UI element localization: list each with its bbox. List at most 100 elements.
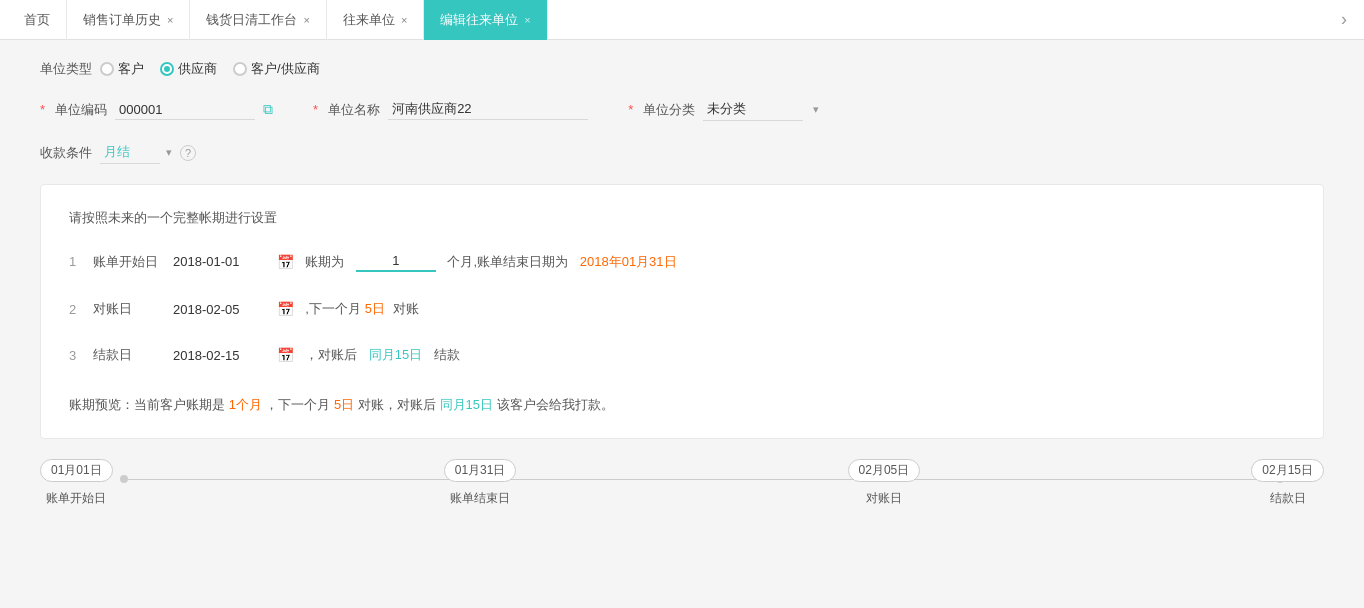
desc-prefix-2: ,下一个月: [305, 300, 361, 318]
chevron-right-icon: ›: [1341, 9, 1347, 30]
unit-name-label: 单位名称: [328, 101, 380, 119]
setting-date-2: 2018-02-05: [173, 302, 273, 317]
tab-cash-work[interactable]: 钱货日清工作台 ×: [190, 0, 326, 40]
setting-date-3: 2018-02-15: [173, 348, 273, 363]
help-icon[interactable]: ?: [180, 145, 196, 161]
radio-customer-label: 客户: [118, 60, 144, 78]
radio-customer-circle: [100, 62, 114, 76]
radio-customer[interactable]: 客户: [100, 60, 144, 78]
timeline-label-3: 结款日: [1270, 490, 1306, 507]
unit-code-input[interactable]: [115, 100, 255, 120]
tab-partner[interactable]: 往来单位 ×: [327, 0, 424, 40]
desc-suffix-1: 个月,账单结束日期为: [447, 253, 568, 271]
radio-both[interactable]: 客户/供应商: [233, 60, 320, 78]
radio-both-circle: [233, 62, 247, 76]
period-input[interactable]: [356, 251, 436, 272]
payment-field: 收款条件 月结 ▾ ?: [40, 141, 196, 164]
card-title: 请按照未来的一个完整帐期进行设置: [69, 209, 1295, 227]
radio-supplier[interactable]: 供应商: [160, 60, 217, 78]
tab-sales-history-close[interactable]: ×: [167, 14, 173, 26]
page-content: 单位类型 客户 供应商 客户/供应商 * 单位编码: [0, 40, 1364, 547]
unit-type-field: 单位类型 客户 供应商 客户/供应商: [40, 60, 320, 78]
setting-row-2: 2 对账日 2018-02-05 📅 ,下一个月 5日 对账: [69, 300, 1295, 318]
desc-highlight-1: 2018年01月31日: [580, 253, 677, 271]
category-select-arrow: ▾: [813, 103, 819, 116]
timeline-nodes: 01月01日 账单开始日 01月31日 账单结束日 02月05日 对账日 02月…: [40, 459, 1324, 507]
unit-name-input[interactable]: [388, 100, 588, 120]
setting-desc-2: ,下一个月 5日 对账: [294, 300, 1295, 318]
name-required-star: *: [313, 102, 318, 117]
desc-suffix-3: 结款: [434, 346, 460, 364]
unit-category-label: 单位分类: [643, 101, 695, 119]
setting-num-3: 3: [69, 348, 93, 363]
calendar-icon-3[interactable]: 📅: [277, 347, 294, 363]
preview-months: 1个月: [229, 397, 262, 412]
setting-label-3: 结款日: [93, 346, 173, 364]
preview-text: 账期预览：当前客户账期是 1个月 ，下一个月 5日 对账，对账后 同月15日 该…: [69, 380, 1295, 414]
tab-partner-close[interactable]: ×: [401, 14, 407, 26]
timeline-badge-1: 01月31日: [444, 459, 517, 482]
setting-date-1: 2018-01-01: [173, 254, 273, 269]
desc-prefix-1: 账期为: [305, 253, 344, 271]
payment-dropdown-arrow[interactable]: ▾: [166, 146, 172, 159]
payment-label: 收款条件: [40, 144, 92, 162]
timeline-section: 01月01日 账单开始日 01月31日 账单结束日 02月05日 对账日 02月…: [40, 439, 1324, 527]
tab-edit-partner[interactable]: 编辑往来单位 ×: [424, 0, 547, 40]
timeline-label-1: 账单结束日: [450, 490, 510, 507]
unit-name-field: * 单位名称: [313, 100, 588, 120]
setting-label-2: 对账日: [93, 300, 173, 318]
radio-supplier-circle: [160, 62, 174, 76]
code-name-category-row: * 单位编码 ⧉ * 单位名称 * 单位分类 未分类 ▾: [40, 98, 1324, 121]
desc-prefix-3: ，对账后: [305, 346, 357, 364]
tab-sales-history-label: 销售订单历史: [83, 11, 161, 29]
preview-mid2: 对账，对账后: [358, 397, 440, 412]
calendar-icon-1[interactable]: 📅: [277, 254, 294, 270]
tabs-bar: 首页 销售订单历史 × 钱货日清工作台 × 往来单位 × 编辑往来单位 × ›: [0, 0, 1364, 40]
desc-highlight-2: 5日: [365, 300, 385, 318]
timeline-label-0: 账单开始日: [46, 490, 106, 507]
timeline-node-2: 02月05日 对账日: [848, 459, 921, 507]
unit-type-row: 单位类型 客户 供应商 客户/供应商: [40, 60, 1324, 78]
calendar-icon-2[interactable]: 📅: [277, 301, 294, 317]
radio-both-label: 客户/供应商: [251, 60, 320, 78]
tab-edit-partner-close[interactable]: ×: [524, 14, 530, 26]
tab-home[interactable]: 首页: [8, 0, 67, 40]
setting-row-1: 1 账单开始日 2018-01-01 📅 账期为 个月,账单结束日期为 2018…: [69, 251, 1295, 272]
desc-suffix-2: 对账: [389, 300, 419, 318]
category-required-star: *: [628, 102, 633, 117]
timeline-badge-2: 02月05日: [848, 459, 921, 482]
tab-sales-history[interactable]: 销售订单历史 ×: [67, 0, 190, 40]
tab-partner-label: 往来单位: [343, 11, 395, 29]
tab-cash-work-label: 钱货日清工作台: [206, 11, 297, 29]
timeline-node-3: 02月15日 结款日: [1251, 459, 1324, 507]
setting-row-3: 3 结款日 2018-02-15 📅 ，对账后 同月15日 结款: [69, 346, 1295, 364]
code-required-star: *: [40, 102, 45, 117]
payment-dropdown[interactable]: 月结 ▾: [100, 141, 172, 164]
setting-label-1: 账单开始日: [93, 253, 173, 271]
tab-edit-partner-label: 编辑往来单位: [440, 11, 518, 29]
preview-day1: 5日: [334, 397, 354, 412]
tab-home-label: 首页: [24, 11, 50, 29]
payment-value: 月结: [100, 141, 160, 164]
radio-supplier-label: 供应商: [178, 60, 217, 78]
unit-code-field: * 单位编码 ⧉: [40, 100, 273, 120]
desc-highlight-3: 同月15日: [369, 346, 422, 364]
timeline-badge-3: 02月15日: [1251, 459, 1324, 482]
tabs-expand-button[interactable]: ›: [1332, 0, 1356, 40]
setting-num-2: 2: [69, 302, 93, 317]
preview-mid1: ，下一个月: [265, 397, 330, 412]
tab-cash-work-close[interactable]: ×: [303, 14, 309, 26]
preview-day2: 同月15日: [440, 397, 493, 412]
timeline-node-0: 01月01日 账单开始日: [40, 459, 113, 507]
setting-num-1: 1: [69, 254, 93, 269]
timeline-node-1: 01月31日 账单结束日: [444, 459, 517, 507]
category-select-value: 未分类: [703, 98, 803, 121]
setting-desc-1: 账期为 个月,账单结束日期为 2018年01月31日: [294, 251, 1295, 272]
copy-icon[interactable]: ⧉: [263, 101, 273, 118]
timeline-badge-0: 01月01日: [40, 459, 113, 482]
setting-desc-3: ，对账后 同月15日 结款: [294, 346, 1295, 364]
category-select[interactable]: 未分类 ▾: [703, 98, 823, 121]
payment-row: 收款条件 月结 ▾ ?: [40, 141, 1324, 164]
radio-group-unit-type: 客户 供应商 客户/供应商: [100, 60, 320, 78]
preview-suffix: 该客户会给我打款。: [497, 397, 614, 412]
